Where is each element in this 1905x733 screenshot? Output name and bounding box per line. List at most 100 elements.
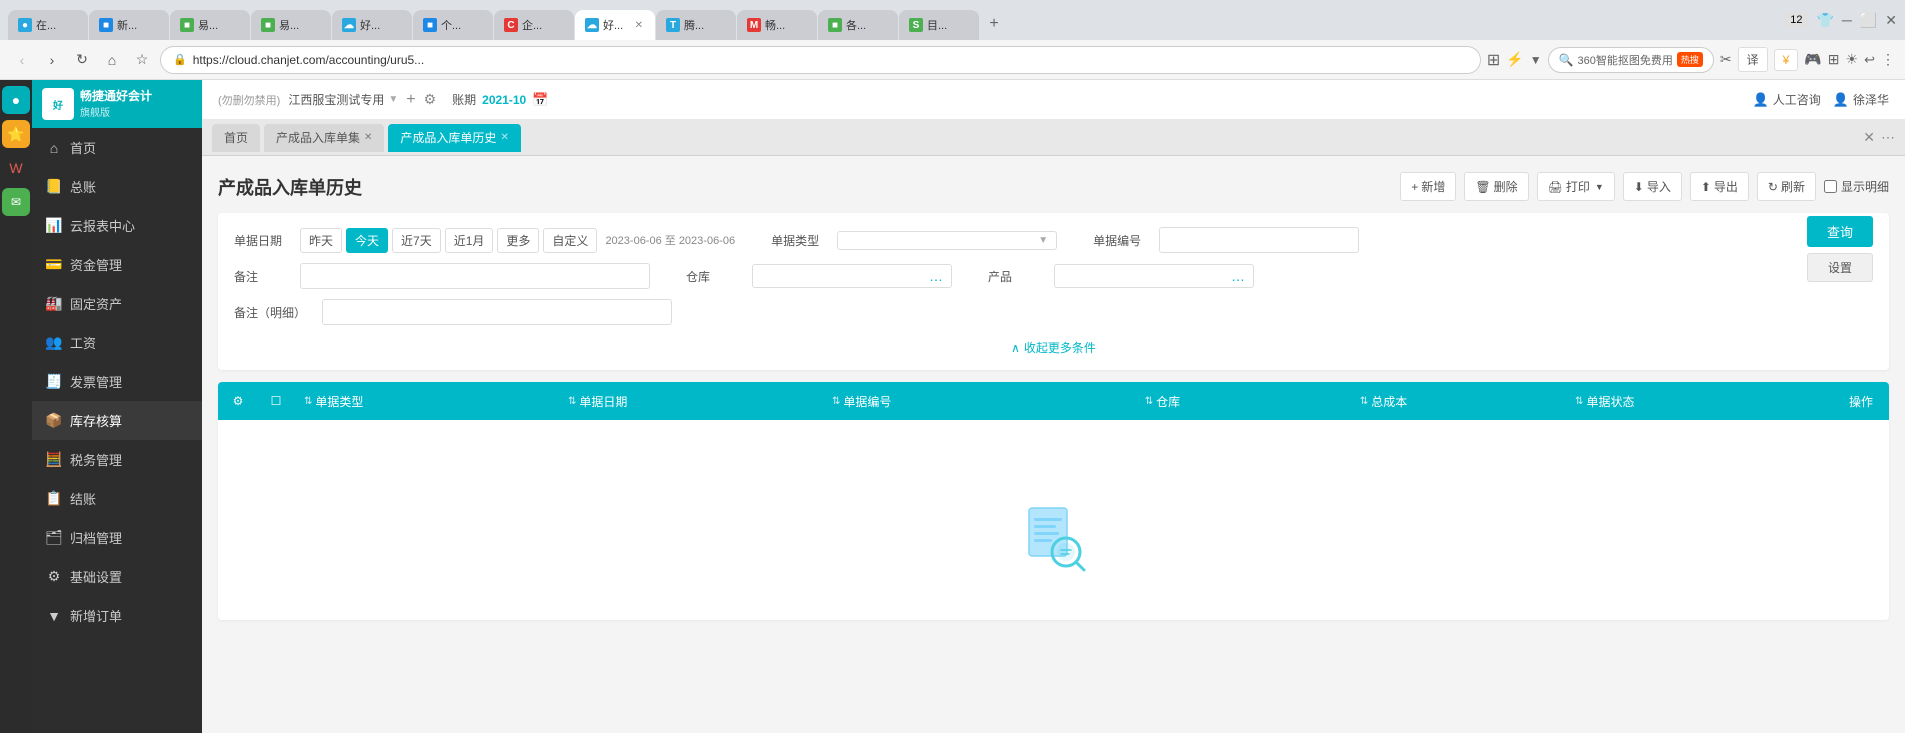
product-dots-icon[interactable]: …: [1231, 268, 1245, 284]
page-tab-history[interactable]: 产成品入库单历史 ✕: [388, 124, 520, 152]
translate-icon[interactable]: 译: [1738, 47, 1768, 72]
collapse-button[interactable]: ∧ 收起更多条件: [234, 335, 1873, 356]
delete-button[interactable]: 🗑 删除: [1464, 172, 1528, 201]
print-button[interactable]: 🖨 打印 ▼: [1537, 172, 1615, 201]
account-selector[interactable]: 江西服宝测试专用 ▼: [288, 91, 398, 108]
sidebar-item-ledger[interactable]: 📒 总账: [32, 167, 202, 206]
panel-expand-icon[interactable]: ⋯: [1881, 129, 1895, 146]
app-logo[interactable]: 好 畅捷通好会计 旗舰版: [32, 80, 202, 128]
sidebar-item-funds[interactable]: 💳 资金管理: [32, 245, 202, 284]
th-date[interactable]: ⇅ 单据日期: [558, 393, 822, 410]
undo-icon[interactable]: ↩: [1864, 52, 1875, 68]
page-tab-list[interactable]: 产成品入库单集 ✕: [264, 124, 384, 152]
doctype-select[interactable]: ▼: [837, 231, 1057, 250]
page-tab-list-close[interactable]: ✕: [364, 132, 372, 143]
new-tab-button[interactable]: +: [980, 10, 1008, 38]
forward-button[interactable]: ›: [40, 48, 64, 72]
service-button[interactable]: 👤 人工咨询: [1753, 91, 1821, 108]
browser-tab-5[interactable]: ☁ 好...: [332, 10, 412, 40]
user-avatar-button[interactable]: 👤 徐泽华: [1833, 91, 1889, 108]
sidebar-item-more[interactable]: ▼ 新增订单: [32, 596, 202, 635]
import-button[interactable]: ⬇ 导入: [1623, 172, 1682, 201]
th-warehouse[interactable]: ⇅ 仓库: [1135, 393, 1350, 410]
th-check[interactable]: ☐: [258, 394, 294, 408]
home-button[interactable]: ⌂: [100, 48, 124, 72]
account-settings-icon[interactable]: ⚙: [424, 91, 437, 108]
sidebar-item-settlement[interactable]: 📋 结账: [32, 479, 202, 518]
docno-input[interactable]: [1159, 227, 1359, 253]
product-select[interactable]: …: [1054, 264, 1254, 288]
address-bar[interactable]: 🔒 https://cloud.chanjet.com/accounting/u…: [160, 46, 1481, 74]
dropdown-icon[interactable]: ▼: [1530, 53, 1542, 67]
detail-remark-input[interactable]: [322, 299, 672, 325]
left-icon-browser[interactable]: ●: [2, 86, 30, 114]
close-button[interactable]: ✕: [1885, 12, 1897, 29]
warehouse-dots-icon[interactable]: …: [929, 268, 943, 284]
tab-close-8[interactable]: ✕: [633, 18, 645, 33]
th-docno[interactable]: ⇅ 单据编号: [822, 393, 1135, 410]
warehouse-select[interactable]: …: [752, 264, 952, 288]
date-btn-yesterday[interactable]: 昨天: [300, 228, 342, 253]
date-btn-today[interactable]: 今天: [346, 228, 388, 253]
date-btn-more[interactable]: 更多: [497, 228, 539, 253]
lightning-icon[interactable]: ⚡: [1506, 51, 1523, 68]
refresh-button[interactable]: ↻: [70, 48, 94, 72]
sidebar-item-inventory[interactable]: 📦 库存核算: [32, 401, 202, 440]
query-button[interactable]: 查询: [1807, 216, 1873, 247]
show-detail-checkbox-label[interactable]: 显示明细: [1824, 178, 1889, 195]
brightness-icon[interactable]: ☀: [1846, 51, 1859, 68]
search-bar[interactable]: 🔍 360智能抠图免费用 热搜: [1548, 47, 1714, 73]
date-btn-1month[interactable]: 近1月: [445, 228, 494, 253]
left-icon-weibo[interactable]: W: [2, 154, 30, 182]
left-icon-mail[interactable]: ✉: [2, 188, 30, 216]
add-button[interactable]: + 新增: [1400, 172, 1456, 201]
sidebar-item-payroll[interactable]: 👥 工资: [32, 323, 202, 362]
browser-tab-6[interactable]: ■ 个...: [413, 10, 493, 40]
browser-tab-10[interactable]: M 畅...: [737, 10, 817, 40]
scissors-icon[interactable]: ✂: [1720, 51, 1732, 68]
grid-icon[interactable]: ⊞: [1487, 50, 1500, 70]
browser-tab-7[interactable]: C 企...: [494, 10, 574, 40]
sidebar-item-archive[interactable]: 🗂 归档管理: [32, 518, 202, 557]
th-settings[interactable]: ⚙: [218, 394, 258, 408]
page-tab-history-close[interactable]: ✕: [500, 132, 508, 143]
sidebar-item-invoice[interactable]: 🧾 发票管理: [32, 362, 202, 401]
game-icon[interactable]: 🎮: [1804, 51, 1821, 68]
th-status[interactable]: ⇅ 单据状态: [1565, 393, 1829, 410]
yuan-icon[interactable]: ¥: [1774, 49, 1799, 71]
add-account-button[interactable]: +: [406, 91, 415, 109]
show-detail-checkbox[interactable]: [1824, 180, 1837, 193]
browser-tab-8[interactable]: ☁ 好... ✕: [575, 10, 655, 40]
export-button[interactable]: ⬆ 导出: [1690, 172, 1749, 201]
th-cost[interactable]: ⇅ 总成本: [1350, 393, 1565, 410]
sidebar-item-report[interactable]: 📊 云报表中心: [32, 206, 202, 245]
th-date-label: 单据日期: [579, 393, 627, 410]
th-doctype[interactable]: ⇅ 单据类型: [294, 393, 558, 410]
sidebar-item-tax[interactable]: 🧮 税务管理: [32, 440, 202, 479]
browser-tab-12[interactable]: S 目...: [899, 10, 979, 40]
bookmark-button[interactable]: ☆: [130, 48, 154, 72]
page-tab-home[interactable]: 首页: [212, 124, 260, 152]
panel-close-icon[interactable]: ✕: [1863, 129, 1875, 146]
date-btn-7days[interactable]: 近7天: [392, 228, 441, 253]
filter-settings-button[interactable]: 设置: [1807, 253, 1873, 282]
browser-tab-4[interactable]: ■ 易...: [251, 10, 331, 40]
sidebar-item-fixed[interactable]: 🏭 固定资产: [32, 284, 202, 323]
minimize-button[interactable]: ─: [1842, 12, 1852, 28]
browser-tab-11[interactable]: ■ 各...: [818, 10, 898, 40]
apps-icon[interactable]: ⊞: [1828, 51, 1840, 68]
browser-tab-9[interactable]: T 腾...: [656, 10, 736, 40]
browser-tab-1[interactable]: ● 在...: [8, 10, 88, 40]
refresh-button-page[interactable]: ↻ 刷新: [1757, 172, 1816, 201]
back-button[interactable]: ‹: [10, 48, 34, 72]
calendar-icon[interactable]: 📅: [532, 92, 548, 108]
browser-tab-2[interactable]: ■ 新...: [89, 10, 169, 40]
left-icon-star[interactable]: ⭐: [2, 120, 30, 148]
sidebar-item-home[interactable]: ⌂ 首页: [32, 128, 202, 167]
date-btn-custom[interactable]: 自定义: [543, 228, 597, 253]
browser-tab-3[interactable]: ■ 易...: [170, 10, 250, 40]
more-icon[interactable]: ⋮: [1881, 51, 1895, 68]
maximize-button[interactable]: ⬜: [1860, 12, 1877, 29]
sidebar-item-settings[interactable]: ⚙ 基础设置: [32, 557, 202, 596]
remark-input[interactable]: [300, 263, 650, 289]
